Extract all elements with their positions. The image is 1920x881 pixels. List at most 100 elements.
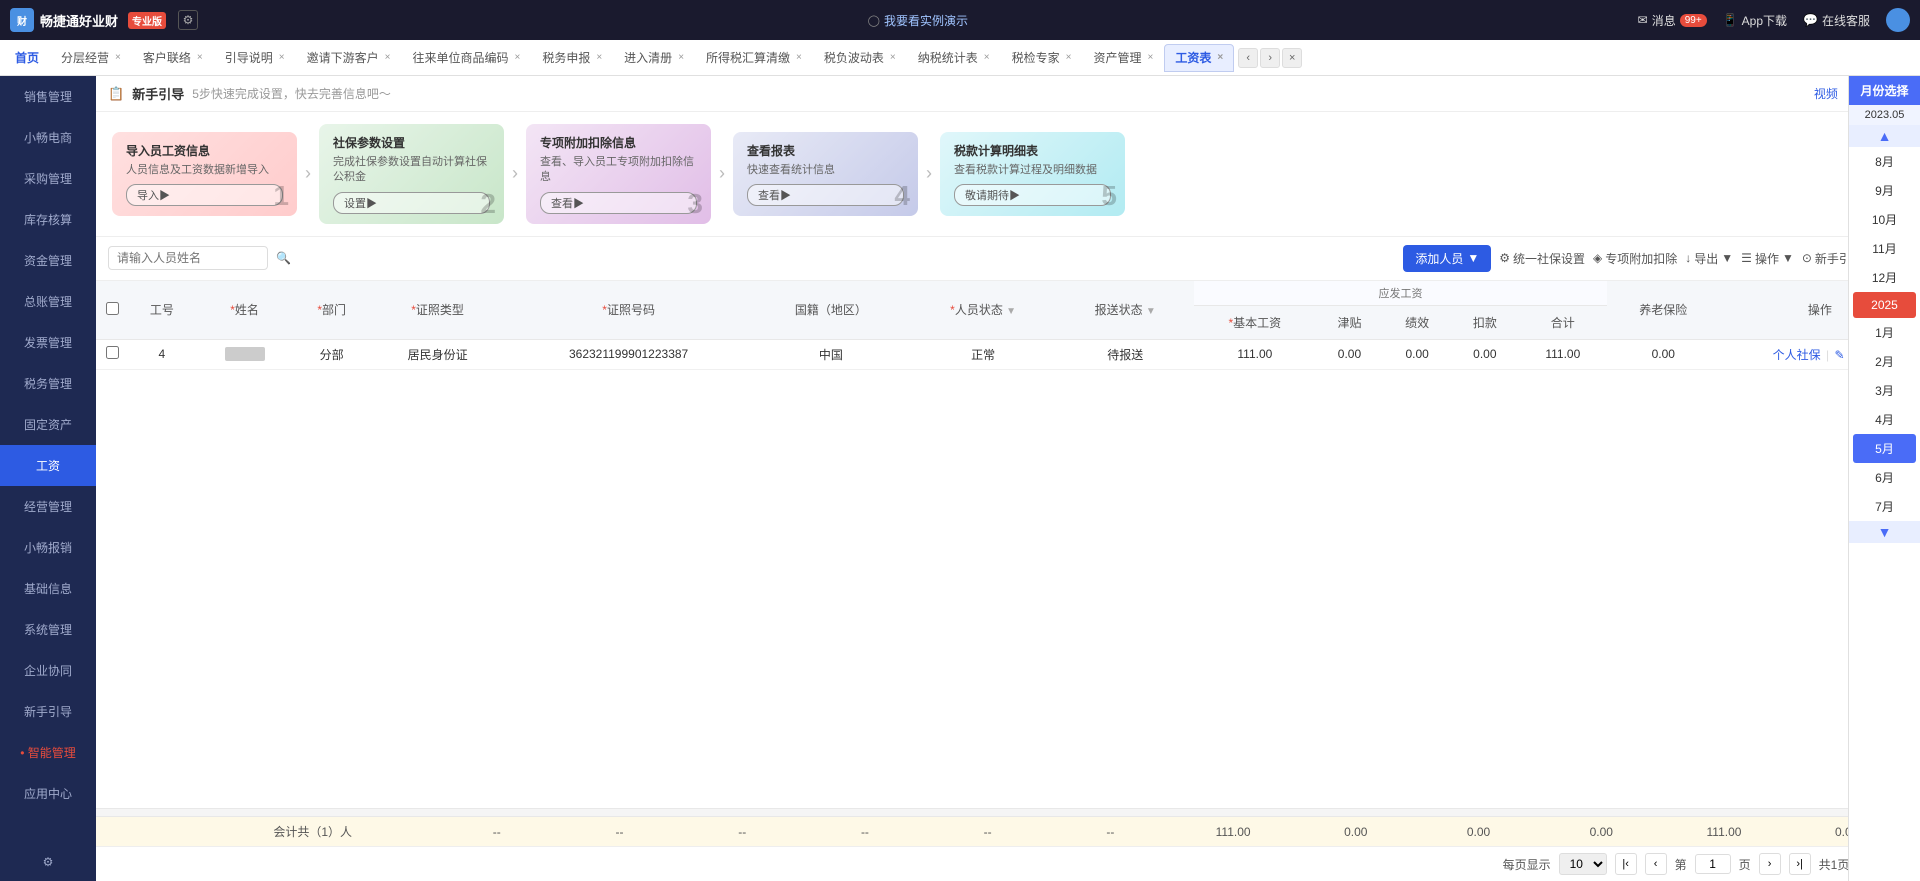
per-page-label: 每页显示 bbox=[1503, 856, 1551, 873]
step-3-btn[interactable]: 查看▶ bbox=[540, 192, 697, 214]
sidebar-item-salary[interactable]: 工资 bbox=[0, 445, 96, 486]
row-checkbox[interactable] bbox=[106, 346, 119, 359]
close-icon-salary[interactable]: × bbox=[1217, 52, 1223, 63]
tab-invite[interactable]: 邀请下游客户 × bbox=[296, 44, 402, 72]
tab-guide[interactable]: 引导说明 × bbox=[214, 44, 296, 72]
tab-asset[interactable]: 资产管理 × bbox=[1082, 44, 1164, 72]
edit-icon[interactable]: ✎ bbox=[1834, 348, 1844, 362]
operations-btn[interactable]: ☰ 操作 ▼ bbox=[1741, 250, 1794, 267]
avatar[interactable] bbox=[1886, 8, 1910, 32]
close-icon[interactable]: × bbox=[890, 52, 896, 63]
month-nav-up[interactable]: ▲ bbox=[1849, 125, 1920, 147]
send-status-filter-icon[interactable]: ▼ bbox=[1146, 306, 1156, 317]
last-page-btn[interactable]: ›| bbox=[1789, 853, 1811, 875]
sidebar-item-ledger[interactable]: 总账管理 bbox=[0, 281, 96, 322]
close-icon[interactable]: × bbox=[984, 52, 990, 63]
close-icon[interactable]: × bbox=[596, 52, 602, 63]
close-icon[interactable]: × bbox=[1147, 52, 1153, 63]
close-icon[interactable]: × bbox=[115, 52, 121, 63]
close-icon[interactable]: × bbox=[514, 52, 520, 63]
step-5-btn[interactable]: 敬请期待▶ bbox=[954, 184, 1111, 206]
tab-next-btn[interactable]: › bbox=[1260, 48, 1280, 68]
tab-salary[interactable]: 工资表 × bbox=[1164, 44, 1234, 72]
sidebar-item-finance[interactable]: 资金管理 bbox=[0, 240, 96, 281]
sidebar-settings-btn[interactable]: ⚙ bbox=[0, 843, 96, 881]
sidebar-item-inventory[interactable]: 库存核算 bbox=[0, 199, 96, 240]
tab-home[interactable]: 首页 bbox=[4, 44, 50, 72]
tab-tax-stats[interactable]: 纳税统计表 × bbox=[907, 44, 1001, 72]
step-4-btn[interactable]: 查看▶ bbox=[747, 184, 904, 206]
close-icon[interactable]: × bbox=[385, 52, 391, 63]
month-item-2[interactable]: 2月 bbox=[1849, 347, 1920, 376]
sidebar-item-appstore[interactable]: 应用中心 bbox=[0, 773, 96, 814]
td-dept: 分部 bbox=[293, 339, 369, 369]
tab-customer-contact[interactable]: 客户联络 × bbox=[132, 44, 214, 72]
prev-page-btn[interactable]: ‹ bbox=[1645, 853, 1667, 875]
sidebar-item-invoice[interactable]: 发票管理 bbox=[0, 322, 96, 363]
month-nav-down[interactable]: ▼ bbox=[1849, 521, 1920, 543]
close-icon[interactable]: × bbox=[796, 52, 802, 63]
tab-product-code[interactable]: 往来单位商品编码 × bbox=[401, 44, 531, 72]
add-person-btn[interactable]: 添加人员 ▼ bbox=[1403, 245, 1491, 272]
sidebar-item-assets[interactable]: 固定资产 bbox=[0, 404, 96, 445]
online-service-btn[interactable]: 💬 在线客服 bbox=[1803, 12, 1870, 29]
unified-settings-btn[interactable]: ⚙ 统一社保设置 bbox=[1499, 250, 1585, 267]
message-btn[interactable]: ✉ 消息 99+ bbox=[1638, 12, 1707, 29]
month-item-1[interactable]: 1月 bbox=[1849, 318, 1920, 347]
search-icon[interactable]: 🔍 bbox=[276, 251, 291, 265]
month-item-9[interactable]: 9月 bbox=[1849, 176, 1920, 205]
sidebar-item-expense[interactable]: 小畅报销 bbox=[0, 527, 96, 568]
sidebar-item-purchase[interactable]: 采购管理 bbox=[0, 158, 96, 199]
close-icon[interactable]: × bbox=[279, 52, 285, 63]
current-page-input[interactable] bbox=[1695, 854, 1731, 874]
sidebar-item-operations[interactable]: 经营管理 bbox=[0, 486, 96, 527]
month-item-4[interactable]: 4月 bbox=[1849, 405, 1920, 434]
special-deduction-btn[interactable]: ◈ 专项附加扣除 bbox=[1593, 250, 1677, 267]
th-group-salary: 应发工资 bbox=[1194, 281, 1607, 306]
close-icon[interactable]: × bbox=[197, 52, 203, 63]
step-2-btn[interactable]: 设置▶ bbox=[333, 192, 490, 214]
tab-tax-report[interactable]: 税务申报 × bbox=[531, 44, 613, 72]
next-page-btn[interactable]: › bbox=[1759, 853, 1781, 875]
sidebar-item-basic-info[interactable]: 基础信息 bbox=[0, 568, 96, 609]
person-status-filter-icon[interactable]: ▼ bbox=[1006, 306, 1016, 317]
guide-video-btn[interactable]: 视频 bbox=[1814, 85, 1838, 102]
month-item-7[interactable]: 7月 bbox=[1849, 492, 1920, 521]
step-1-btn[interactable]: 导入▶ bbox=[126, 184, 283, 206]
message-label: 消息 bbox=[1652, 12, 1676, 29]
tab-tax-expert[interactable]: 税检专家 × bbox=[1001, 44, 1083, 72]
step-arrow-2: › bbox=[512, 163, 518, 184]
month-item-5[interactable]: 5月 bbox=[1853, 434, 1916, 463]
tab-distributed-management[interactable]: 分层经营 × bbox=[50, 44, 132, 72]
app-download-btn[interactable]: 📱 App下载 bbox=[1723, 12, 1787, 29]
tab-income-tax[interactable]: 所得税汇算清缴 × bbox=[695, 44, 813, 72]
demo-btn[interactable]: 我要看实例演示 bbox=[884, 12, 968, 29]
select-all-checkbox[interactable] bbox=[106, 302, 119, 315]
export-btn[interactable]: ↓ 导出 ▼ bbox=[1685, 250, 1733, 267]
first-page-btn[interactable]: |‹ bbox=[1615, 853, 1637, 875]
month-item-3[interactable]: 3月 bbox=[1849, 376, 1920, 405]
sidebar-item-sales[interactable]: 销售管理 bbox=[0, 76, 96, 117]
tab-close-all-btn[interactable]: × bbox=[1282, 48, 1302, 68]
settings-icon[interactable]: ⚙ bbox=[178, 10, 198, 30]
month-item-10[interactable]: 10月 bbox=[1849, 205, 1920, 234]
search-input[interactable] bbox=[108, 246, 268, 270]
sidebar-item-ai[interactable]: • 智能管理 bbox=[0, 732, 96, 773]
horizontal-scrollbar[interactable] bbox=[96, 808, 1920, 816]
tab-prev-btn[interactable]: ‹ bbox=[1238, 48, 1258, 68]
month-item-6[interactable]: 6月 bbox=[1849, 463, 1920, 492]
sidebar-item-ecommerce[interactable]: 小畅电商 bbox=[0, 117, 96, 158]
per-page-select[interactable]: 10 20 50 bbox=[1559, 853, 1607, 875]
sidebar-item-newguide[interactable]: 新手引导 bbox=[0, 691, 96, 732]
personal-social-insurance-link[interactable]: 个人社保 bbox=[1773, 348, 1821, 362]
month-item-8[interactable]: 8月 bbox=[1849, 147, 1920, 176]
tab-tax-burden[interactable]: 税负波动表 × bbox=[813, 44, 907, 72]
sidebar-item-tax[interactable]: 税务管理 bbox=[0, 363, 96, 404]
sidebar-item-system[interactable]: 系统管理 bbox=[0, 609, 96, 650]
month-item-11[interactable]: 11月 bbox=[1849, 234, 1920, 263]
month-item-12[interactable]: 12月 bbox=[1849, 263, 1920, 292]
sidebar-item-cooperation[interactable]: 企业协同 bbox=[0, 650, 96, 691]
tab-clearing[interactable]: 进入清册 × bbox=[613, 44, 695, 72]
close-icon[interactable]: × bbox=[678, 52, 684, 63]
close-icon[interactable]: × bbox=[1066, 52, 1072, 63]
